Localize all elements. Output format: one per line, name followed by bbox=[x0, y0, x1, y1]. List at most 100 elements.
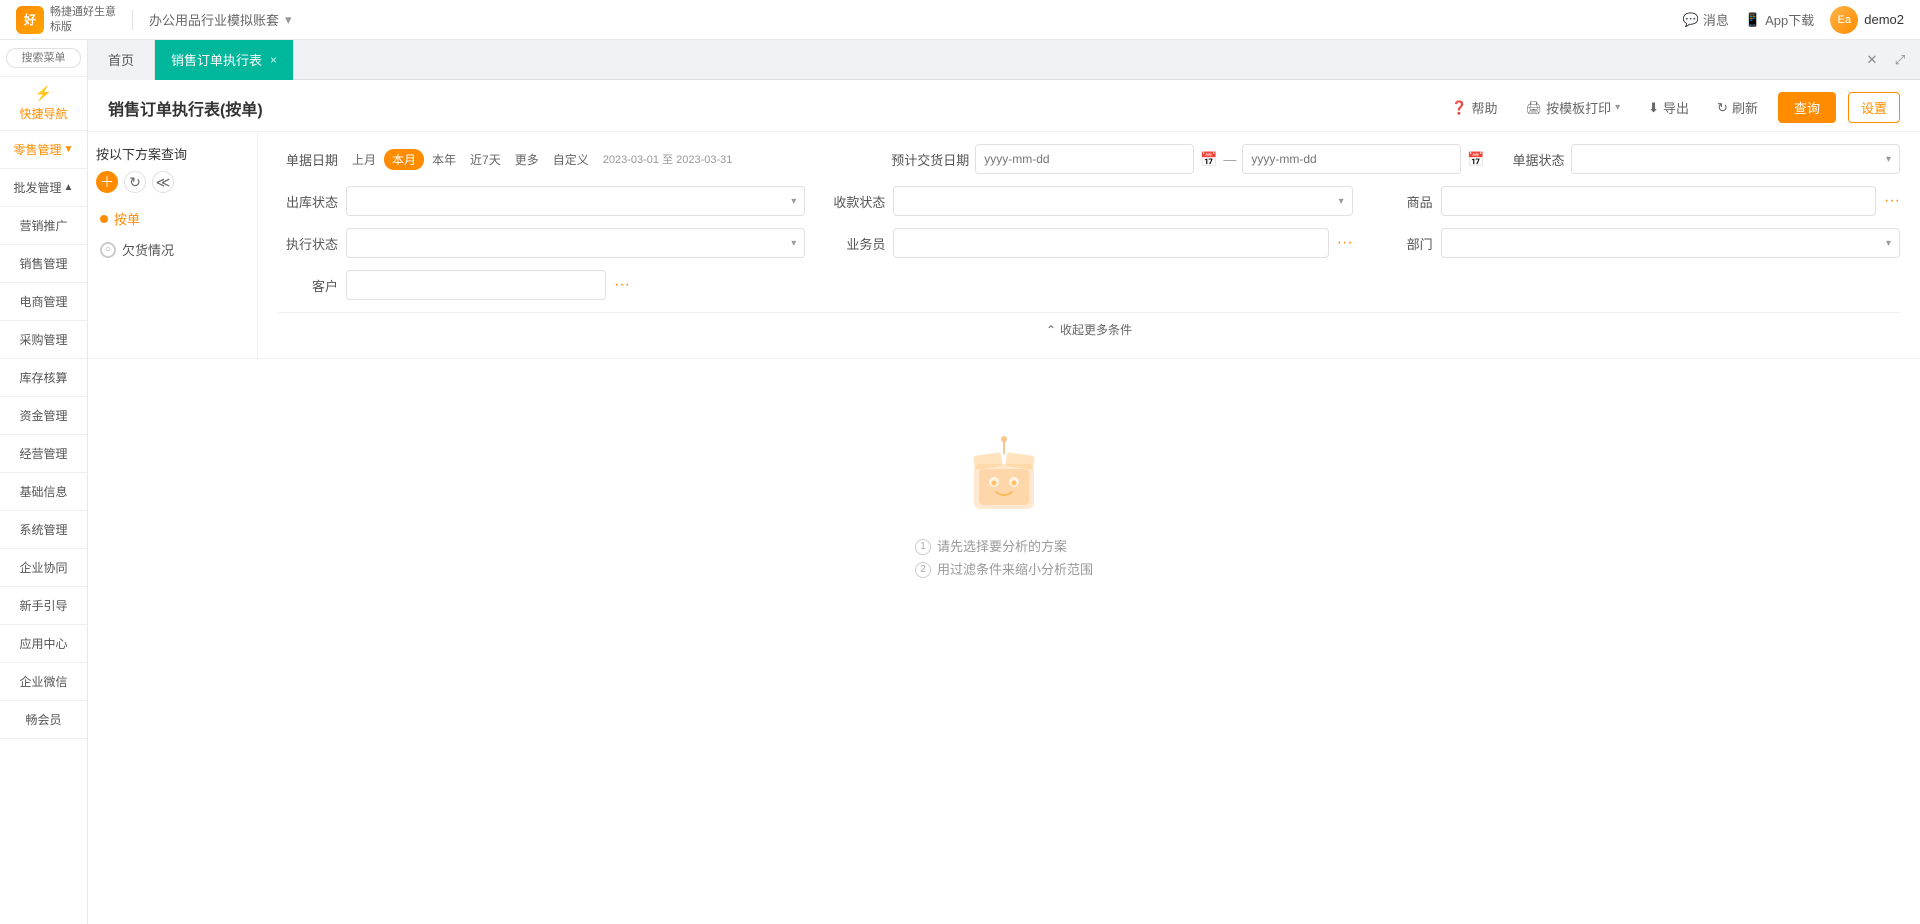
collapse-scheme-button[interactable]: ≪ bbox=[152, 171, 174, 193]
sidebar-item-ecommerce[interactable]: 电商管理 bbox=[0, 283, 87, 321]
empty-state: 1 请先选择要分析的方案 2 用过滤条件来缩小分析范围 bbox=[88, 359, 1920, 642]
sidebar-item-app-center[interactable]: 应用中心 bbox=[0, 625, 87, 663]
empty-step-1: 1 请先选择要分析的方案 bbox=[915, 535, 1093, 558]
help-icon: ❓ bbox=[1451, 100, 1467, 116]
execution-chevron-icon: ▾ bbox=[791, 238, 796, 249]
export-button[interactable]: ⬇ 导出 bbox=[1640, 94, 1697, 121]
tab-expand-button[interactable]: ⤢ bbox=[1888, 48, 1912, 72]
date-tab-last-month[interactable]: 上月 bbox=[346, 149, 382, 170]
department-chevron-icon: ▾ bbox=[1886, 238, 1891, 249]
breadcrumb-text: 办公用品行业模拟账套 bbox=[149, 10, 279, 29]
filter-sidebar-title: 按以下方案查询 bbox=[96, 144, 249, 163]
header-left: 好 畅捷通好生意 标版 办公用品行业模拟账套 ▾ bbox=[16, 5, 292, 34]
status-select[interactable]: ▾ bbox=[1571, 144, 1901, 174]
calendar-end-icon[interactable]: 📅 bbox=[1467, 151, 1484, 168]
empty-svg bbox=[954, 419, 1054, 519]
export-icon: ⬇ bbox=[1648, 100, 1659, 116]
sidebar-item-enterprise-wechat[interactable]: 企业微信 bbox=[0, 663, 87, 701]
tab-close-icon[interactable]: × bbox=[270, 53, 277, 67]
product-dots-button[interactable]: ··· bbox=[1884, 192, 1900, 210]
filter-row-3: 执行状态 ▾ 业务员 ··· 部门 bbox=[278, 228, 1900, 258]
customer-input[interactable] bbox=[346, 270, 606, 300]
filter-row-2: 出库状态 ▾ 收款状态 ▾ bbox=[278, 186, 1900, 216]
print-arrow-icon: ▾ bbox=[1615, 102, 1620, 113]
department-label: 部门 bbox=[1373, 234, 1433, 253]
department-select[interactable]: ▾ bbox=[1441, 228, 1900, 258]
delivery-chevron-icon: ▾ bbox=[791, 196, 796, 207]
help-button[interactable]: ❓ 帮助 bbox=[1443, 94, 1505, 121]
user-avatar-area[interactable]: Ea demo2 bbox=[1830, 6, 1904, 34]
breadcrumb-chevron-icon[interactable]: ▾ bbox=[285, 12, 292, 28]
sidebar-item-enterprise-collab[interactable]: 企业协同 bbox=[0, 549, 87, 587]
tab-home[interactable]: 首页 bbox=[88, 40, 155, 80]
step-num-1: 1 bbox=[915, 539, 931, 555]
page-header: 销售订单执行表(按单) ❓ 帮助 🖨 按模板打印 ▾ ⬇ 导出 bbox=[88, 80, 1920, 132]
breadcrumb-area[interactable]: 办公用品行业模拟账套 ▾ bbox=[149, 10, 292, 29]
page-actions: ❓ 帮助 🖨 按模板打印 ▾ ⬇ 导出 ↻ 刷新 bbox=[1443, 92, 1900, 123]
sidebar-item-member[interactable]: 畅会员 bbox=[0, 701, 87, 739]
delivery-status-item: 出库状态 ▾ bbox=[278, 186, 805, 216]
active-dot bbox=[100, 215, 108, 223]
filter-row-4: 客户 ··· bbox=[278, 270, 1900, 300]
logo-icon: 好 bbox=[16, 6, 44, 34]
date-tab-last-7-days[interactable]: 近7天 bbox=[464, 149, 507, 170]
page-content: 销售订单执行表(按单) ❓ 帮助 🖨 按模板打印 ▾ ⬇ 导出 bbox=[88, 80, 1920, 924]
collapse-bar[interactable]: ⌃ 收起更多条件 bbox=[278, 312, 1900, 346]
message-button[interactable]: 💬 消息 bbox=[1683, 10, 1729, 29]
salesperson-input[interactable] bbox=[893, 228, 1328, 258]
print-button[interactable]: 🖨 按模板打印 ▾ bbox=[1518, 94, 1629, 121]
status-label: 单据状态 bbox=[1505, 150, 1565, 169]
calendar-start-icon[interactable]: 📅 bbox=[1200, 151, 1217, 168]
tab-sales-order[interactable]: 销售订单执行表 × bbox=[155, 40, 294, 80]
sidebar-item-purchase[interactable]: 采购管理 bbox=[0, 321, 87, 359]
query-button[interactable]: 查询 bbox=[1778, 92, 1836, 123]
date-tab-more[interactable]: 更多 bbox=[509, 149, 545, 170]
sidebar-item-marketing[interactable]: 营销推广 bbox=[0, 207, 87, 245]
delivery-status-select[interactable]: ▾ bbox=[346, 186, 805, 216]
filter-option-by-order[interactable]: 按单 bbox=[96, 203, 249, 234]
app-download-icon: 📱 bbox=[1745, 12, 1761, 28]
date-tab-current-year[interactable]: 本年 bbox=[426, 149, 462, 170]
sidebar-item-new-user[interactable]: 新手引导 bbox=[0, 587, 87, 625]
date-tab-current-month[interactable]: 本月 bbox=[384, 149, 424, 170]
execution-status-item: 执行状态 ▾ bbox=[278, 228, 805, 258]
sidebar-item-finance[interactable]: 资金管理 bbox=[0, 397, 87, 435]
date-range-display: 2023-03-01 至 2023-03-31 bbox=[603, 151, 733, 167]
collection-status-select[interactable]: ▾ bbox=[893, 186, 1352, 216]
sidebar-item-sales[interactable]: 销售管理 bbox=[0, 245, 87, 283]
date-label: 单据日期 bbox=[278, 150, 338, 169]
sidebar-item-retail[interactable]: 零售管理 ▼ bbox=[0, 131, 87, 169]
expected-date-end-input[interactable] bbox=[1242, 144, 1461, 174]
step-num-2: 2 bbox=[915, 562, 931, 578]
search-input[interactable] bbox=[6, 48, 81, 68]
sidebar-item-basic-info[interactable]: 基础信息 bbox=[0, 473, 87, 511]
shortage-icon: ○ bbox=[100, 242, 116, 258]
product-input[interactable] bbox=[1441, 186, 1876, 216]
delivery-status-label: 出库状态 bbox=[278, 192, 338, 211]
filter-option-shortage[interactable]: ○ 欠货情况 bbox=[96, 234, 249, 265]
sidebar-item-wholesale[interactable]: 批发管理 ▲ bbox=[0, 169, 87, 207]
tab-minimize-button[interactable]: ✕ bbox=[1860, 48, 1884, 72]
execution-status-select[interactable]: ▾ bbox=[346, 228, 805, 258]
customer-dots-button[interactable]: ··· bbox=[614, 276, 630, 294]
app-download-button[interactable]: 📱 App下载 bbox=[1745, 10, 1814, 29]
refresh-icon: ↻ bbox=[1717, 100, 1728, 116]
sidebar-item-operations[interactable]: 经营管理 bbox=[0, 435, 87, 473]
sidebar-item-system[interactable]: 系统管理 bbox=[0, 511, 87, 549]
logo-area: 好 畅捷通好生意 标版 bbox=[16, 5, 116, 34]
refresh-button[interactable]: ↻ 刷新 bbox=[1709, 94, 1766, 121]
date-tabs: 上月 本月 本年 近7天 更多 自定义 bbox=[346, 149, 595, 170]
collection-chevron-icon: ▾ bbox=[1339, 196, 1344, 207]
refresh-scheme-button[interactable]: ↻ bbox=[124, 171, 146, 193]
add-scheme-button[interactable]: ＋ bbox=[96, 171, 118, 193]
message-icon: 💬 bbox=[1683, 12, 1699, 28]
content-area: 首页 销售订单执行表 × ✕ ⤢ 销售订单执行表(按单) bbox=[88, 40, 1920, 924]
expected-date-label: 预计交货日期 bbox=[891, 150, 969, 169]
department-item: 部门 ▾ bbox=[1373, 228, 1900, 258]
expected-date-start-input[interactable] bbox=[975, 144, 1194, 174]
date-tab-custom[interactable]: 自定义 bbox=[547, 149, 595, 170]
sidebar-item-quick-nav[interactable]: ⚡ 快捷导航 bbox=[0, 77, 87, 131]
salesperson-dots-button[interactable]: ··· bbox=[1337, 234, 1353, 252]
sidebar-item-inventory[interactable]: 库存核算 bbox=[0, 359, 87, 397]
settings-button[interactable]: 设置 bbox=[1848, 92, 1900, 123]
